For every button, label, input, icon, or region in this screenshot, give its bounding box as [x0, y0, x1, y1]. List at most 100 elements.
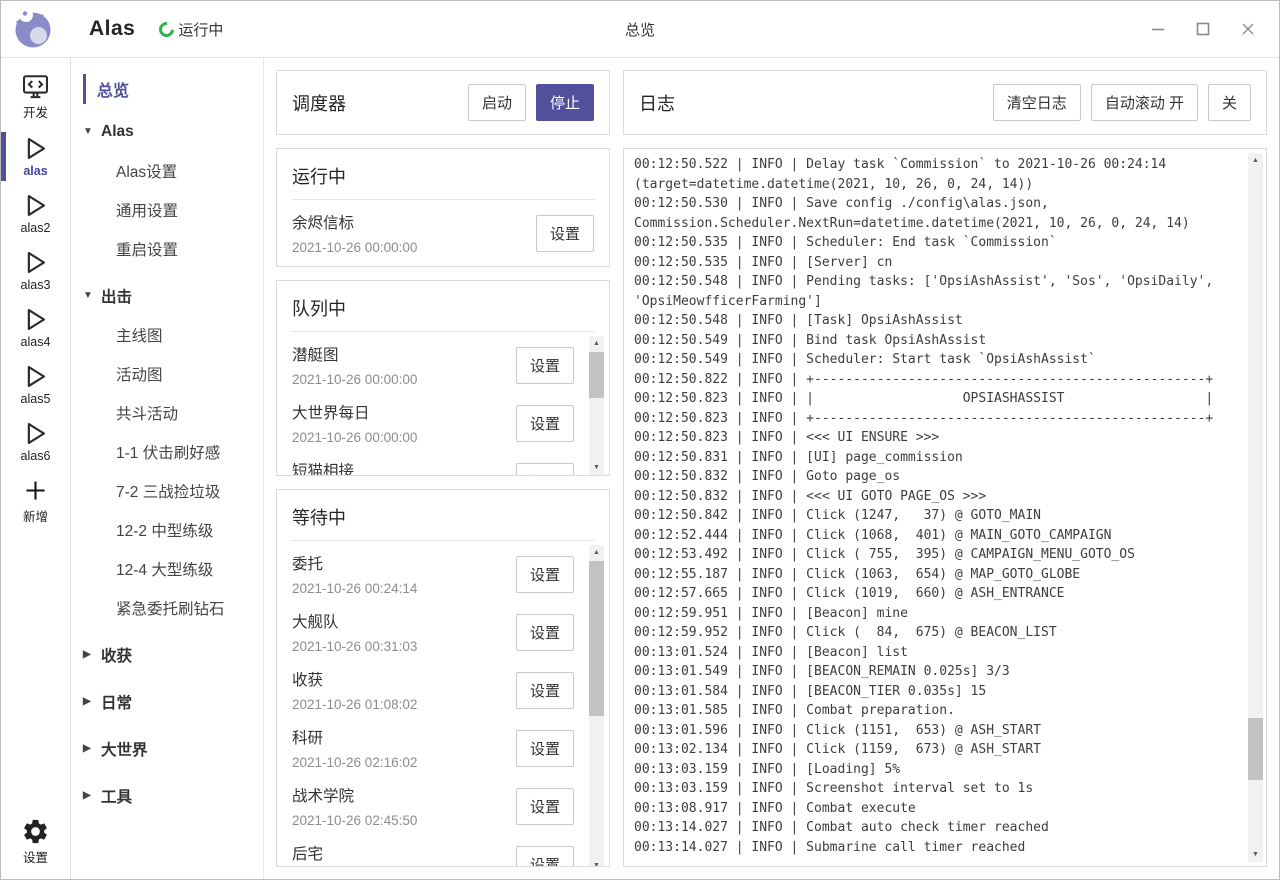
task-setting-button[interactable]: 设置 — [516, 788, 574, 825]
scroll-up-icon[interactable]: ▲ — [589, 545, 604, 560]
task-row-委托: 委托2021-10-26 00:24:14设置 — [292, 545, 584, 603]
chevron-right-icon: ▶ — [83, 743, 101, 754]
nav-menu: 总览 ▼AlasAlas设置通用设置重启设置 ▼出击主线图活动图共斗活动1-1 伏击… — [71, 58, 264, 879]
nav-group-Alas[interactable]: ▼Alas — [83, 112, 263, 151]
scrollbar[interactable]: ▲ ▼ — [589, 336, 604, 475]
task-name: 潜艇图 — [292, 343, 417, 365]
running-section: 运行中 余烬信标 2021-10-26 00:00:00 设置 — [276, 148, 610, 267]
task-name: 大舰队 — [292, 610, 417, 632]
scrollbar-thumb[interactable] — [589, 561, 604, 716]
scheduler-start-button[interactable]: 启动 — [468, 84, 526, 121]
scroll-down-icon[interactable]: ▼ — [589, 858, 604, 867]
task-name: 委托 — [292, 552, 417, 574]
nav-item-通用设置[interactable]: 通用设置 — [83, 190, 263, 229]
task-setting-button[interactable]: 设置 — [516, 846, 574, 868]
nav-item-12-2 中型练级[interactable]: 12-2 中型练级 — [83, 510, 263, 549]
running-task-list: 余烬信标 2021-10-26 00:00:00 设置 — [292, 204, 604, 262]
task-setting-button[interactable]: 设置 — [516, 347, 574, 384]
task-row-收获: 收获2021-10-26 01:08:02设置 — [292, 661, 584, 719]
chevron-right-icon: ▶ — [83, 696, 101, 707]
rail-item-alas3[interactable]: alas3 — [1, 242, 70, 299]
rail-item-label: alas2 — [21, 221, 51, 235]
nav-item-1-1 伏击刷好感[interactable]: 1-1 伏击刷好感 — [83, 432, 263, 471]
nav-group-收获[interactable]: ▶收获 — [83, 635, 263, 674]
task-next-run-time: 2021-10-26 02:16:02 — [292, 755, 417, 770]
log-box: 00:12:50.522 | INFO | Delay task `Commis… — [623, 148, 1267, 867]
play-icon — [21, 305, 50, 334]
rail-item-新增[interactable]: 新增 — [1, 470, 70, 532]
task-row-科研: 科研2021-10-26 02:16:02设置 — [292, 719, 584, 777]
rail-item-alas6[interactable]: alas6 — [1, 413, 70, 470]
waiting-section: 等待中 委托2021-10-26 00:24:14设置大舰队 2021-10-26… — [276, 489, 610, 867]
rail-item-开发[interactable]: 开发 — [1, 66, 70, 128]
maximize-button[interactable] — [1194, 20, 1212, 38]
minimize-button[interactable] — [1149, 20, 1167, 38]
scrollbar[interactable]: ▲ ▼ — [589, 545, 604, 867]
task-name: 余烬信标 — [292, 211, 417, 233]
dev-monitor-icon — [21, 72, 50, 101]
gear-icon — [21, 817, 50, 846]
nav-item-主线图[interactable]: 主线图 — [83, 315, 263, 354]
nav-group-大世界[interactable]: ▶大世界 — [83, 729, 263, 768]
task-setting-button[interactable]: 设置 — [516, 405, 574, 442]
nav-group-日常[interactable]: ▶日常 — [83, 682, 263, 721]
waiting-title: 等待中 — [277, 490, 609, 540]
rail-item-alas4[interactable]: alas4 — [1, 299, 70, 356]
task-next-run-time: 2021-10-26 00:31:03 — [292, 639, 417, 654]
nav-item-overview[interactable]: 总览 — [83, 74, 263, 104]
nav-item-重启设置[interactable]: 重启设置 — [83, 229, 263, 268]
nav-item-7-2 三战捡垃圾[interactable]: 7-2 三战捡垃圾 — [83, 471, 263, 510]
rail-item-alas5[interactable]: alas5 — [1, 356, 70, 413]
task-next-run-time: 2021-10-26 00:00:00 — [292, 372, 417, 387]
nav-item-Alas设置[interactable]: Alas设置 — [83, 151, 263, 190]
scrollbar-thumb[interactable] — [589, 352, 604, 398]
scrollbar-thumb[interactable] — [1248, 718, 1263, 780]
nav-item-紧急委托刷钻石[interactable]: 紧急委托刷钻石 — [83, 588, 263, 627]
chevron-down-icon: ▼ — [83, 290, 101, 301]
nav-group-工具[interactable]: ▶工具 — [83, 776, 263, 815]
task-setting-button[interactable]: 设置 — [516, 730, 574, 767]
play-icon — [21, 362, 50, 391]
task-setting-button[interactable]: 设置 — [516, 672, 574, 709]
running-spinner-icon — [156, 18, 177, 39]
scroll-up-icon[interactable]: ▲ — [589, 336, 604, 351]
running-title: 运行中 — [277, 149, 609, 199]
scroll-down-icon[interactable]: ▼ — [1248, 847, 1263, 862]
scroll-up-icon[interactable]: ▲ — [1248, 153, 1263, 168]
nav-group-label: 日常 — [101, 691, 132, 713]
nav-item-共斗活动[interactable]: 共斗活动 — [83, 393, 263, 432]
task-setting-button[interactable]: 设置 — [516, 463, 574, 476]
rail-item-alas2[interactable]: alas2 — [1, 185, 70, 242]
task-name: 战术学院 — [292, 784, 417, 806]
rail-item-label: 设置 — [23, 847, 48, 866]
close-button[interactable] — [1239, 20, 1257, 38]
nav-group-label: 大世界 — [101, 738, 148, 760]
autoscroll-toggle-button[interactable]: 自动滚动 开 — [1091, 84, 1198, 121]
task-name: 短猫相接 — [292, 459, 417, 475]
rail-item-设置[interactable]: 设置 — [1, 811, 70, 873]
rail-item-alas[interactable]: alas — [1, 128, 70, 185]
nav-item-活动图[interactable]: 活动图 — [83, 354, 263, 393]
scroll-down-icon[interactable]: ▼ — [589, 460, 604, 475]
nav-group-出击[interactable]: ▼出击 — [83, 276, 263, 315]
waiting-task-list: 委托2021-10-26 00:24:14设置大舰队 2021-10-26 00:… — [292, 545, 584, 867]
nav-group-label: 收获 — [101, 644, 132, 666]
task-next-run-time: 2021-10-26 00:00:00 — [292, 240, 417, 255]
scheduler-stop-button[interactable]: 停止 — [536, 84, 594, 121]
nav-item-12-4 大型练级[interactable]: 12-4 大型练级 — [83, 549, 263, 588]
task-row-后宅: 后宅2021-10-26 04:19:27设置 — [292, 835, 584, 867]
task-row-短猫相接: 短猫相接2021-10-26 00:00:00设置 — [292, 452, 584, 475]
task-row-余烬信标: 余烬信标 2021-10-26 00:00:00 设置 — [292, 204, 604, 262]
task-setting-button[interactable]: 设置 — [516, 556, 574, 593]
scheduler-title: 调度器 — [292, 90, 346, 116]
status-label: 运行中 — [178, 19, 223, 40]
scrollbar[interactable]: ▲ ▼ — [1248, 153, 1263, 862]
clear-log-button[interactable]: 清空日志 — [993, 84, 1081, 121]
app-name: Alas — [89, 17, 135, 41]
plus-icon — [21, 476, 50, 505]
queued-title: 队列中 — [277, 281, 609, 331]
task-setting-button[interactable]: 设置 — [516, 614, 574, 651]
task-setting-button[interactable]: 设置 — [536, 215, 594, 252]
chevron-right-icon: ▶ — [83, 790, 101, 801]
autoscroll-off-button[interactable]: 关 — [1208, 84, 1251, 121]
